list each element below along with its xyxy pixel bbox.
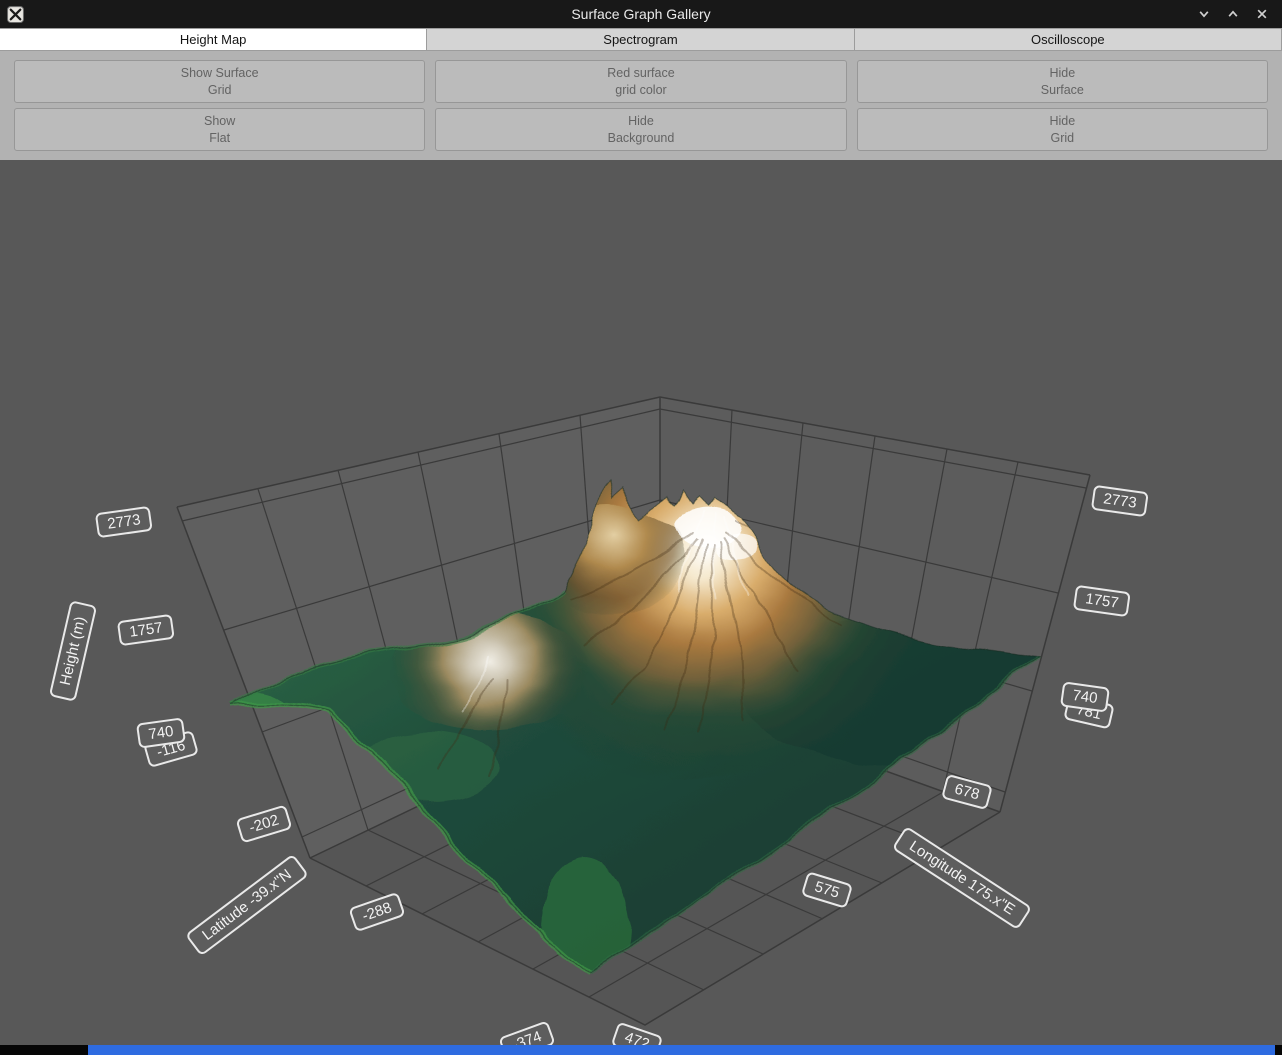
shade-button[interactable] <box>1194 4 1214 24</box>
title-bar[interactable]: Surface Graph Gallery <box>0 0 1282 28</box>
button-label-line2: grid color <box>615 82 666 99</box>
close-button[interactable] <box>1252 4 1272 24</box>
window-title: Surface Graph Gallery <box>0 6 1282 22</box>
control-panel: Show Surface Grid Red surface grid color… <box>0 51 1282 160</box>
button-label-line2: Grid <box>1051 130 1075 147</box>
button-label-line1: Hide <box>1049 65 1075 82</box>
chevron-down-icon <box>1198 8 1210 20</box>
button-label-line1: Hide <box>628 113 654 130</box>
button-label-line2: Grid <box>208 82 232 99</box>
chevron-up-icon <box>1227 8 1239 20</box>
close-icon <box>1256 8 1268 20</box>
desktop-taskbar <box>0 1045 1282 1055</box>
tab-bar: Height Map Spectrogram Oscilloscope <box>0 28 1282 51</box>
button-label-line1: Hide <box>1049 113 1075 130</box>
tab-oscilloscope[interactable]: Oscilloscope <box>855 28 1282 51</box>
tab-spectrogram[interactable]: Spectrogram <box>427 28 854 51</box>
app-icon <box>7 6 24 23</box>
window-controls <box>1194 4 1282 24</box>
toggle-flat-button[interactable]: Show Flat <box>14 108 425 151</box>
button-label-line2: Surface <box>1041 82 1084 99</box>
button-label-line2: Flat <box>209 130 230 147</box>
plot-area[interactable]: -116 -202 -288 -374 Latitude -39.x"N 781… <box>0 160 1282 1045</box>
button-label-line1: Red surface <box>607 65 674 82</box>
maximize-button[interactable] <box>1223 4 1243 24</box>
button-label-line1: Show Surface <box>181 65 259 82</box>
toggle-grid-button[interactable]: Hide Grid <box>857 108 1268 151</box>
app-window: Surface Graph Gallery Height Map Spectro… <box>0 0 1282 1055</box>
surface-grid-color-button[interactable]: Red surface grid color <box>435 60 846 103</box>
toggle-background-button[interactable]: Hide Background <box>435 108 846 151</box>
toggle-surface-grid-button[interactable]: Show Surface Grid <box>14 60 425 103</box>
tab-height-map[interactable]: Height Map <box>0 28 427 51</box>
button-label-line1: Show <box>204 113 235 130</box>
taskbar-window-strip[interactable] <box>88 1045 1275 1055</box>
toggle-surface-button[interactable]: Hide Surface <box>857 60 1268 103</box>
button-label-line2: Background <box>608 130 675 147</box>
